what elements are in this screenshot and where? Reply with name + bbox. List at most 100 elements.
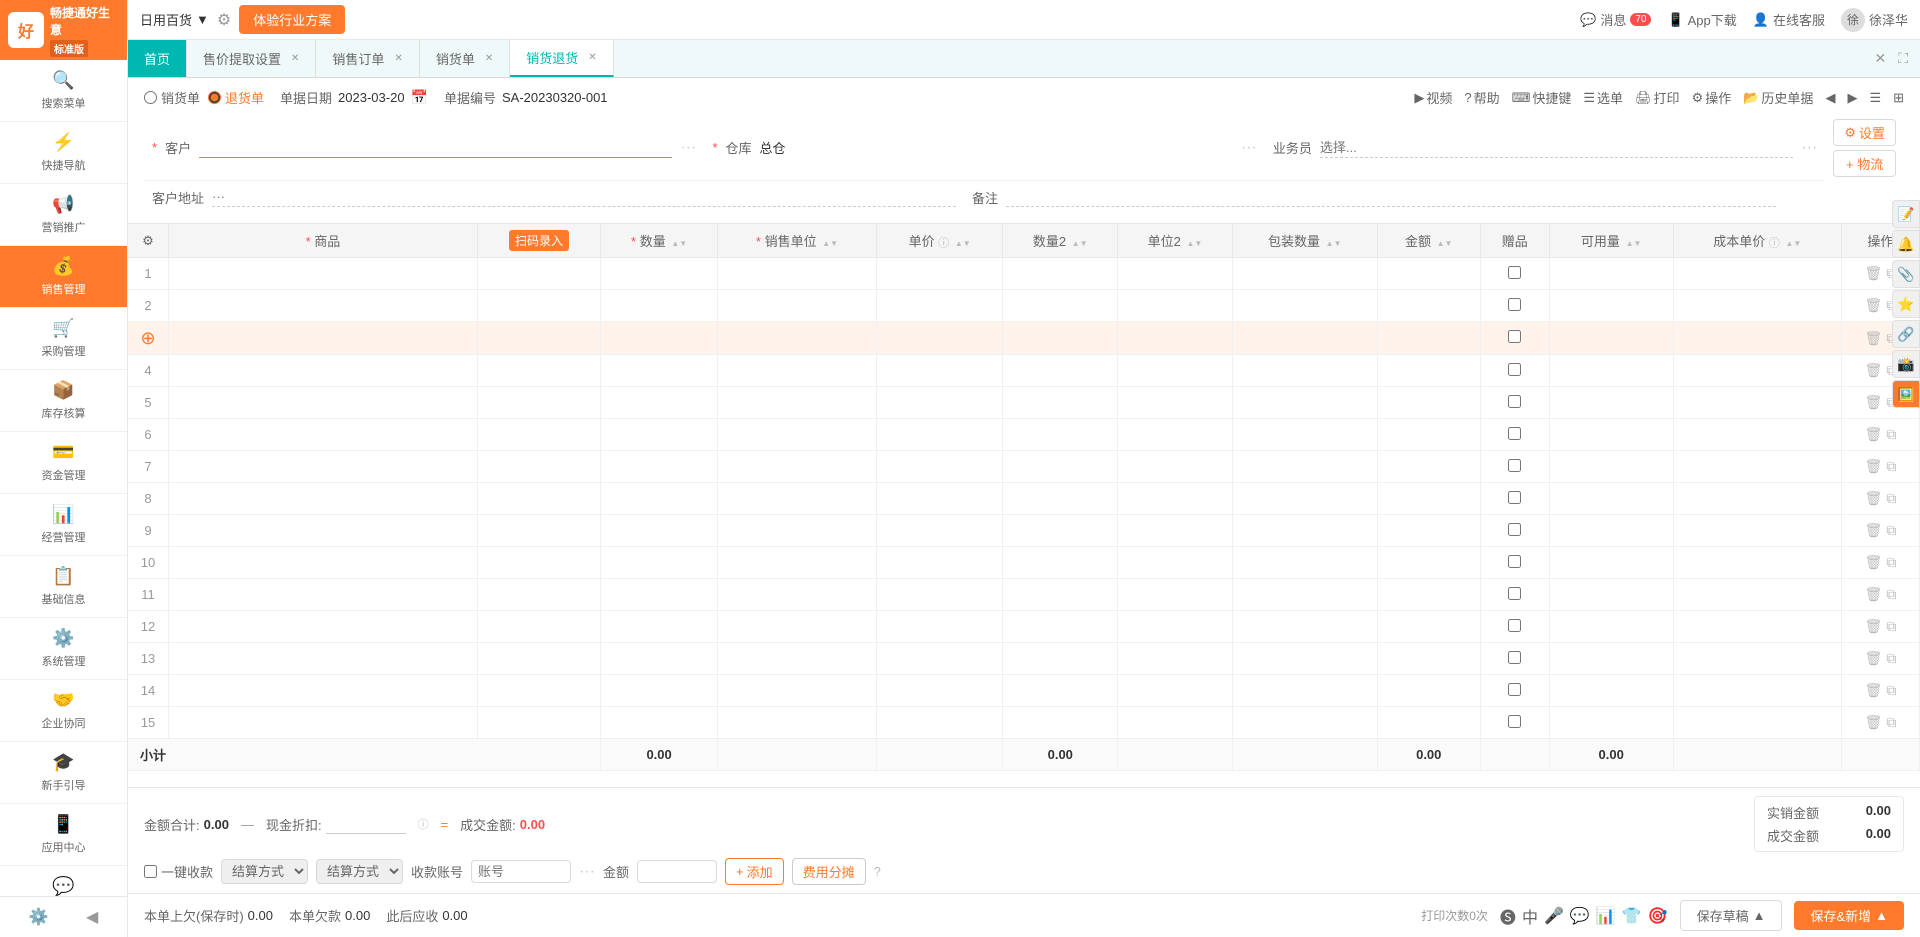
history-btn[interactable]: 📂 历史单据	[1743, 88, 1813, 107]
unit2-cell[interactable]	[1118, 643, 1233, 675]
amount-cell[interactable]	[1377, 707, 1480, 739]
product-cell[interactable]	[169, 483, 478, 515]
quantity-cell[interactable]	[601, 290, 718, 322]
product-cell[interactable]	[169, 707, 478, 739]
rf-alert-btn[interactable]: 🔔	[1892, 230, 1920, 258]
unit-price-cell[interactable]	[876, 515, 1003, 547]
message-btn[interactable]: 💬 消息 70	[1580, 10, 1651, 29]
qty2-cell[interactable]	[1003, 290, 1118, 322]
pack-qty-cell[interactable]	[1232, 515, 1377, 547]
unit2-cell[interactable]	[1118, 451, 1233, 483]
sales-bill-close[interactable]: ✕	[485, 53, 493, 64]
qty2-sort-icon[interactable]: ▲▼	[1072, 240, 1088, 248]
sidebar-item-enterprise[interactable]: 🤝 企业协同	[0, 680, 127, 742]
unit2-cell[interactable]	[1118, 322, 1233, 355]
settings-btn[interactable]: ⚙ 设置	[1833, 119, 1896, 146]
qty-sort-icon[interactable]: ▲▼	[671, 240, 687, 248]
gift-checkbox[interactable]	[1508, 683, 1521, 696]
col-config[interactable]: ⚙	[128, 224, 169, 258]
sales-unit-cell[interactable]	[718, 579, 877, 611]
settings-bottom-icon[interactable]: ⚙️	[29, 907, 49, 927]
available-cell[interactable]	[1549, 258, 1673, 290]
sales-return-close[interactable]: ✕	[588, 52, 596, 63]
quantity-cell[interactable]	[601, 675, 718, 707]
sidebar-item-sales[interactable]: 💰 销售管理	[0, 246, 127, 308]
copy-row-icon[interactable]: ⧉	[1886, 458, 1896, 475]
qty2-cell[interactable]	[1003, 611, 1118, 643]
cost-price-cell[interactable]	[1673, 675, 1841, 707]
next-btn[interactable]: ▶	[1847, 90, 1857, 106]
return-bill-radio[interactable]: 退货单	[208, 88, 264, 107]
gift-checkbox[interactable]	[1508, 298, 1521, 311]
cost-price-cell[interactable]	[1673, 419, 1841, 451]
copy-row-icon[interactable]: ⧉	[1886, 522, 1896, 539]
available-cell[interactable]	[1549, 643, 1673, 675]
experience-btn[interactable]: 体验行业方案	[239, 5, 345, 34]
price-extract-close[interactable]: ✕	[291, 53, 299, 64]
tab-sales-return[interactable]: 销货退货 ✕	[510, 40, 613, 77]
quantity-cell[interactable]	[601, 547, 718, 579]
pack-qty-cell[interactable]	[1232, 419, 1377, 451]
product-cell[interactable]	[169, 322, 478, 355]
rf-attach-btn[interactable]: 📎	[1892, 260, 1920, 288]
copy-row-icon[interactable]: ⧉	[1886, 714, 1896, 731]
sales-unit-cell[interactable]	[718, 611, 877, 643]
delete-row-icon[interactable]: 🗑	[1865, 618, 1883, 635]
list-view-icon[interactable]: ☰	[1869, 90, 1881, 106]
gift-checkbox[interactable]	[1508, 395, 1521, 408]
warehouse-select-icon[interactable]: ···	[1241, 139, 1257, 157]
qty2-cell[interactable]	[1003, 451, 1118, 483]
product-cell[interactable]	[169, 547, 478, 579]
pack-sort-icon[interactable]: ▲▼	[1326, 240, 1342, 248]
sales-unit-cell[interactable]	[718, 387, 877, 419]
gift-checkbox[interactable]	[1508, 266, 1521, 279]
unit2-cell[interactable]	[1118, 483, 1233, 515]
qty2-cell[interactable]	[1003, 547, 1118, 579]
gift-checkbox[interactable]	[1508, 523, 1521, 536]
print-btn[interactable]: 🖨 打印	[1635, 88, 1680, 107]
settlement-method-select[interactable]: 结算方式	[316, 859, 403, 884]
expand-icon[interactable]: ⛶	[1894, 48, 1912, 69]
logistics-btn[interactable]: + 物流	[1833, 150, 1896, 177]
copy-row-icon[interactable]: ⧉	[1886, 618, 1896, 635]
product-input[interactable]	[177, 331, 469, 346]
unit2-cell[interactable]	[1118, 675, 1233, 707]
help-btn[interactable]: ? 帮助	[1464, 88, 1499, 107]
topbar-gear-icon[interactable]: ⚙	[217, 10, 231, 30]
cost-price-cell[interactable]	[1673, 322, 1841, 355]
unit-price-info-icon[interactable]: ⓘ	[938, 237, 949, 249]
sales-unit-cell[interactable]	[718, 707, 877, 739]
status-icon-6[interactable]: 👕	[1622, 906, 1642, 926]
qty2-cell[interactable]	[1003, 707, 1118, 739]
unit2-cell[interactable]	[1118, 419, 1233, 451]
quantity-cell[interactable]	[601, 322, 718, 355]
sales-unit-cell[interactable]	[718, 322, 877, 355]
sidebar-item-operations[interactable]: 📊 经营管理	[0, 494, 127, 556]
available-cell[interactable]	[1549, 515, 1673, 547]
sales-unit-cell[interactable]	[718, 355, 877, 387]
quantity-cell[interactable]	[601, 483, 718, 515]
delete-row-icon[interactable]: 🗑	[1865, 490, 1883, 507]
available-cell[interactable]	[1549, 707, 1673, 739]
quantity-cell[interactable]	[601, 643, 718, 675]
available-cell[interactable]	[1549, 611, 1673, 643]
quantity-cell[interactable]	[601, 515, 718, 547]
copy-row-icon[interactable]: ⧉	[1886, 426, 1896, 443]
sales-unit-cell[interactable]	[718, 483, 877, 515]
unit2-cell[interactable]	[1118, 707, 1233, 739]
unit-price-cell[interactable]	[876, 419, 1003, 451]
gift-checkbox[interactable]	[1508, 427, 1521, 440]
product-cell[interactable]	[169, 579, 478, 611]
save-draft-btn[interactable]: 保存草稿 ▲	[1680, 900, 1783, 931]
sidebar-item-wechat[interactable]: 💬 企业微信	[0, 866, 127, 896]
cost-price-cell[interactable]	[1673, 547, 1841, 579]
unit2-cell[interactable]	[1118, 515, 1233, 547]
one-key-payment-checkbox[interactable]: 一键收款	[144, 862, 213, 881]
unit-price-cell[interactable]	[876, 355, 1003, 387]
gift-checkbox[interactable]	[1508, 619, 1521, 632]
quantity-cell[interactable]	[601, 451, 718, 483]
fee-help-icon[interactable]: ?	[874, 864, 881, 879]
sidebar-item-purchase[interactable]: 🛒 采购管理	[0, 308, 127, 370]
available-cell[interactable]	[1549, 675, 1673, 707]
app-download-btn[interactable]: 📱 App下载	[1667, 10, 1736, 29]
